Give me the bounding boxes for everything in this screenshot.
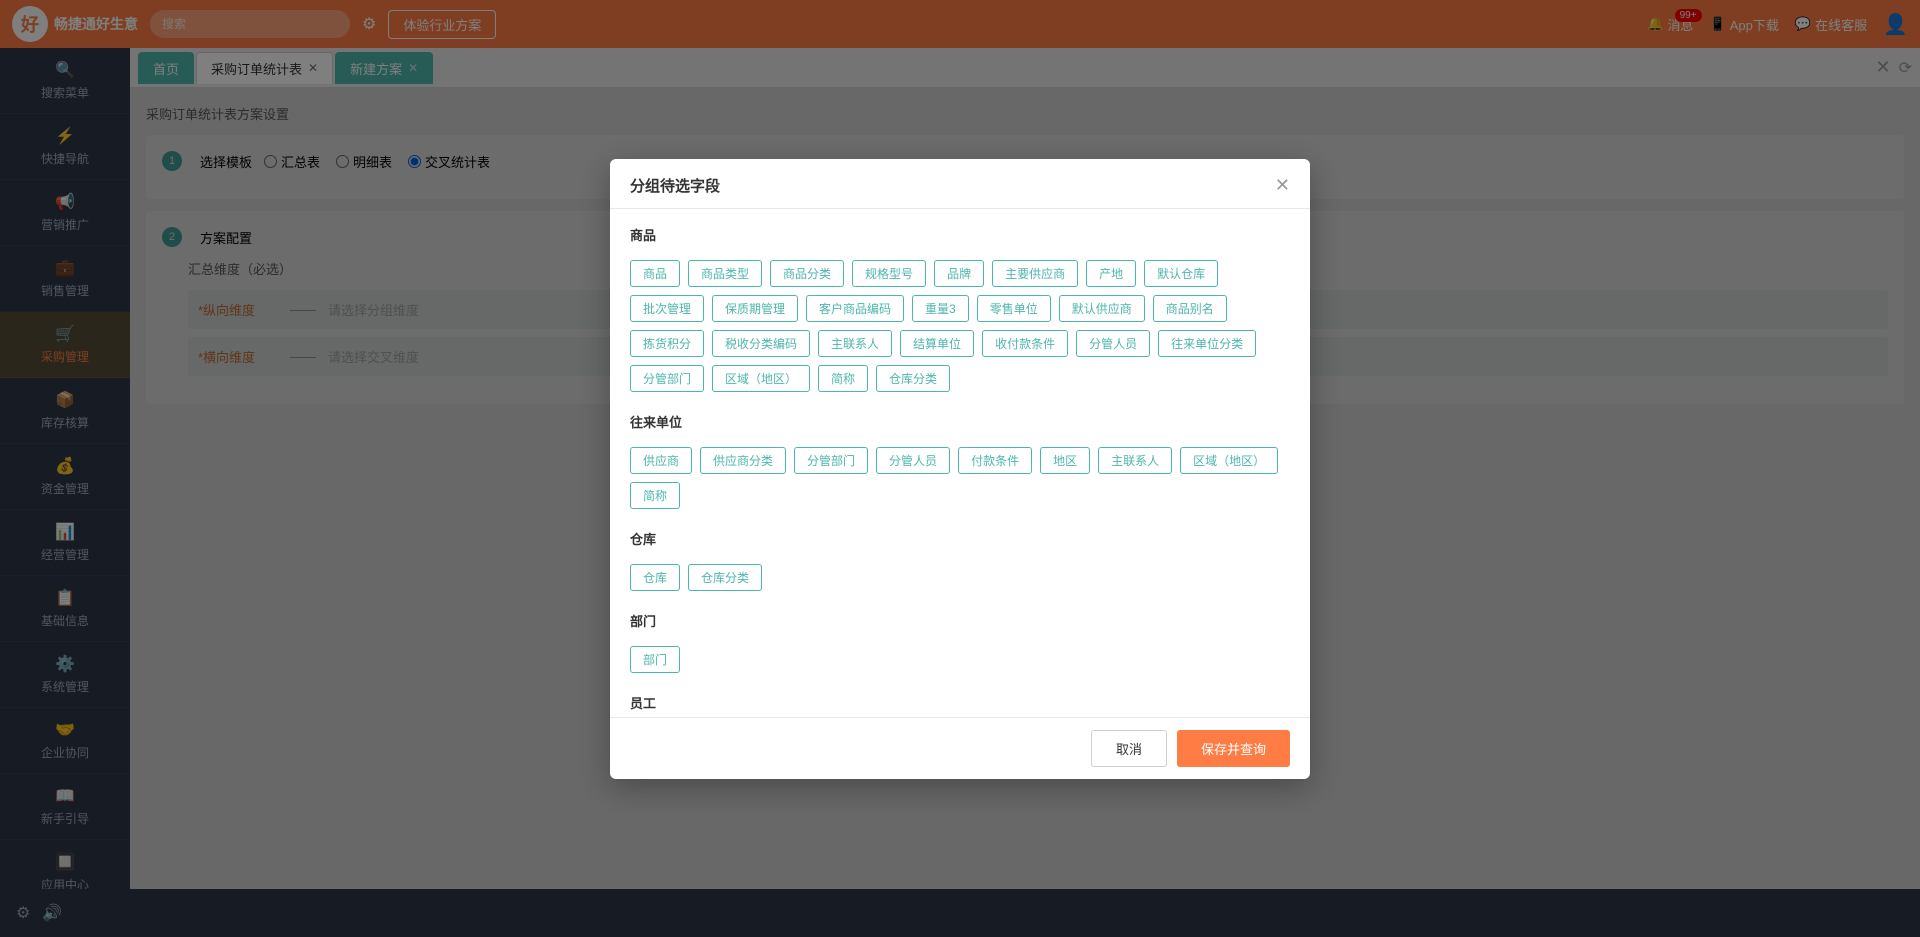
field-tag-product-18[interactable]: 结算单位 — [900, 330, 974, 357]
field-tag-product-5[interactable]: 主要供应商 — [992, 260, 1078, 287]
field-tag-product-4[interactable]: 品牌 — [934, 260, 984, 287]
field-tag-product-22[interactable]: 分管部门 — [630, 365, 704, 392]
section-department: 部门 部门 — [630, 611, 1290, 673]
field-tag-product-8[interactable]: 批次管理 — [630, 295, 704, 322]
field-tag-product-6[interactable]: 产地 — [1086, 260, 1136, 287]
modal-title: 分组待选字段 — [630, 175, 720, 196]
field-tag-product-1[interactable]: 商品类型 — [688, 260, 762, 287]
modal-dialog: 分组待选字段 ✕ 商品 商品 商品类型 商品分类 规格型号 品牌 主要供应商 产… — [610, 159, 1310, 779]
field-tag-partner-5[interactable]: 地区 — [1040, 447, 1090, 474]
field-tag-product-23[interactable]: 区域（地区） — [712, 365, 810, 392]
section-department-title: 部门 — [630, 611, 1290, 636]
field-tag-product-2[interactable]: 商品分类 — [770, 260, 844, 287]
field-tag-product-13[interactable]: 默认供应商 — [1059, 295, 1145, 322]
section-partner: 往来单位 供应商 供应商分类 分管部门 分管人员 付款条件 地区 主联系人 区域… — [630, 412, 1290, 509]
product-field-grid: 商品 商品类型 商品分类 规格型号 品牌 主要供应商 产地 默认仓库 批次管理 … — [630, 260, 1290, 392]
field-tag-partner-8[interactable]: 简称 — [630, 482, 680, 509]
field-tag-product-24[interactable]: 简称 — [818, 365, 868, 392]
field-tag-product-25[interactable]: 仓库分类 — [876, 365, 950, 392]
field-tag-dept-0[interactable]: 部门 — [630, 646, 680, 673]
field-tag-product-20[interactable]: 分管人员 — [1076, 330, 1150, 357]
section-product-title: 商品 — [630, 225, 1290, 250]
field-tag-product-0[interactable]: 商品 — [630, 260, 680, 287]
modal-body: 商品 商品 商品类型 商品分类 规格型号 品牌 主要供应商 产地 默认仓库 批次… — [610, 209, 1310, 717]
field-tag-product-9[interactable]: 保质期管理 — [712, 295, 798, 322]
field-tag-product-19[interactable]: 收付款条件 — [982, 330, 1068, 357]
section-product: 商品 商品 商品类型 商品分类 规格型号 品牌 主要供应商 产地 默认仓库 批次… — [630, 225, 1290, 392]
field-tag-partner-3[interactable]: 分管人员 — [876, 447, 950, 474]
field-tag-partner-0[interactable]: 供应商 — [630, 447, 692, 474]
field-tag-product-14[interactable]: 商品别名 — [1153, 295, 1227, 322]
section-warehouse: 仓库 仓库 仓库分类 — [630, 529, 1290, 591]
cancel-button[interactable]: 取消 — [1091, 730, 1167, 767]
field-tag-product-21[interactable]: 往来单位分类 — [1158, 330, 1256, 357]
field-tag-product-3[interactable]: 规格型号 — [852, 260, 926, 287]
field-tag-product-10[interactable]: 客户商品编码 — [806, 295, 904, 322]
save-query-button[interactable]: 保存并查询 — [1177, 730, 1290, 767]
field-tag-warehouse-1[interactable]: 仓库分类 — [688, 564, 762, 591]
field-tag-partner-6[interactable]: 主联系人 — [1098, 447, 1172, 474]
section-employee: 员工 业务员 — [630, 693, 1290, 717]
field-tag-partner-1[interactable]: 供应商分类 — [700, 447, 786, 474]
field-tag-partner-4[interactable]: 付款条件 — [958, 447, 1032, 474]
field-tag-partner-2[interactable]: 分管部门 — [794, 447, 868, 474]
field-tag-product-16[interactable]: 税收分类编码 — [712, 330, 810, 357]
modal-overlay: 分组待选字段 ✕ 商品 商品 商品类型 商品分类 规格型号 品牌 主要供应商 产… — [0, 0, 1920, 937]
section-partner-title: 往来单位 — [630, 412, 1290, 437]
warehouse-field-grid: 仓库 仓库分类 — [630, 564, 1290, 591]
field-tag-product-7[interactable]: 默认仓库 — [1144, 260, 1218, 287]
section-warehouse-title: 仓库 — [630, 529, 1290, 554]
field-tag-product-15[interactable]: 拣货积分 — [630, 330, 704, 357]
field-tag-product-12[interactable]: 零售单位 — [977, 295, 1051, 322]
modal-close-icon[interactable]: ✕ — [1275, 175, 1290, 196]
field-tag-warehouse-0[interactable]: 仓库 — [630, 564, 680, 591]
field-tag-partner-7[interactable]: 区域（地区） — [1180, 447, 1278, 474]
field-tag-product-11[interactable]: 重量3 — [912, 295, 969, 322]
modal-header: 分组待选字段 ✕ — [610, 159, 1310, 209]
field-tag-product-17[interactable]: 主联系人 — [818, 330, 892, 357]
modal-footer: 取消 保存并查询 — [610, 717, 1310, 779]
section-employee-title: 员工 — [630, 693, 1290, 717]
partner-field-grid: 供应商 供应商分类 分管部门 分管人员 付款条件 地区 主联系人 区域（地区） … — [630, 447, 1290, 509]
department-field-grid: 部门 — [630, 646, 1290, 673]
